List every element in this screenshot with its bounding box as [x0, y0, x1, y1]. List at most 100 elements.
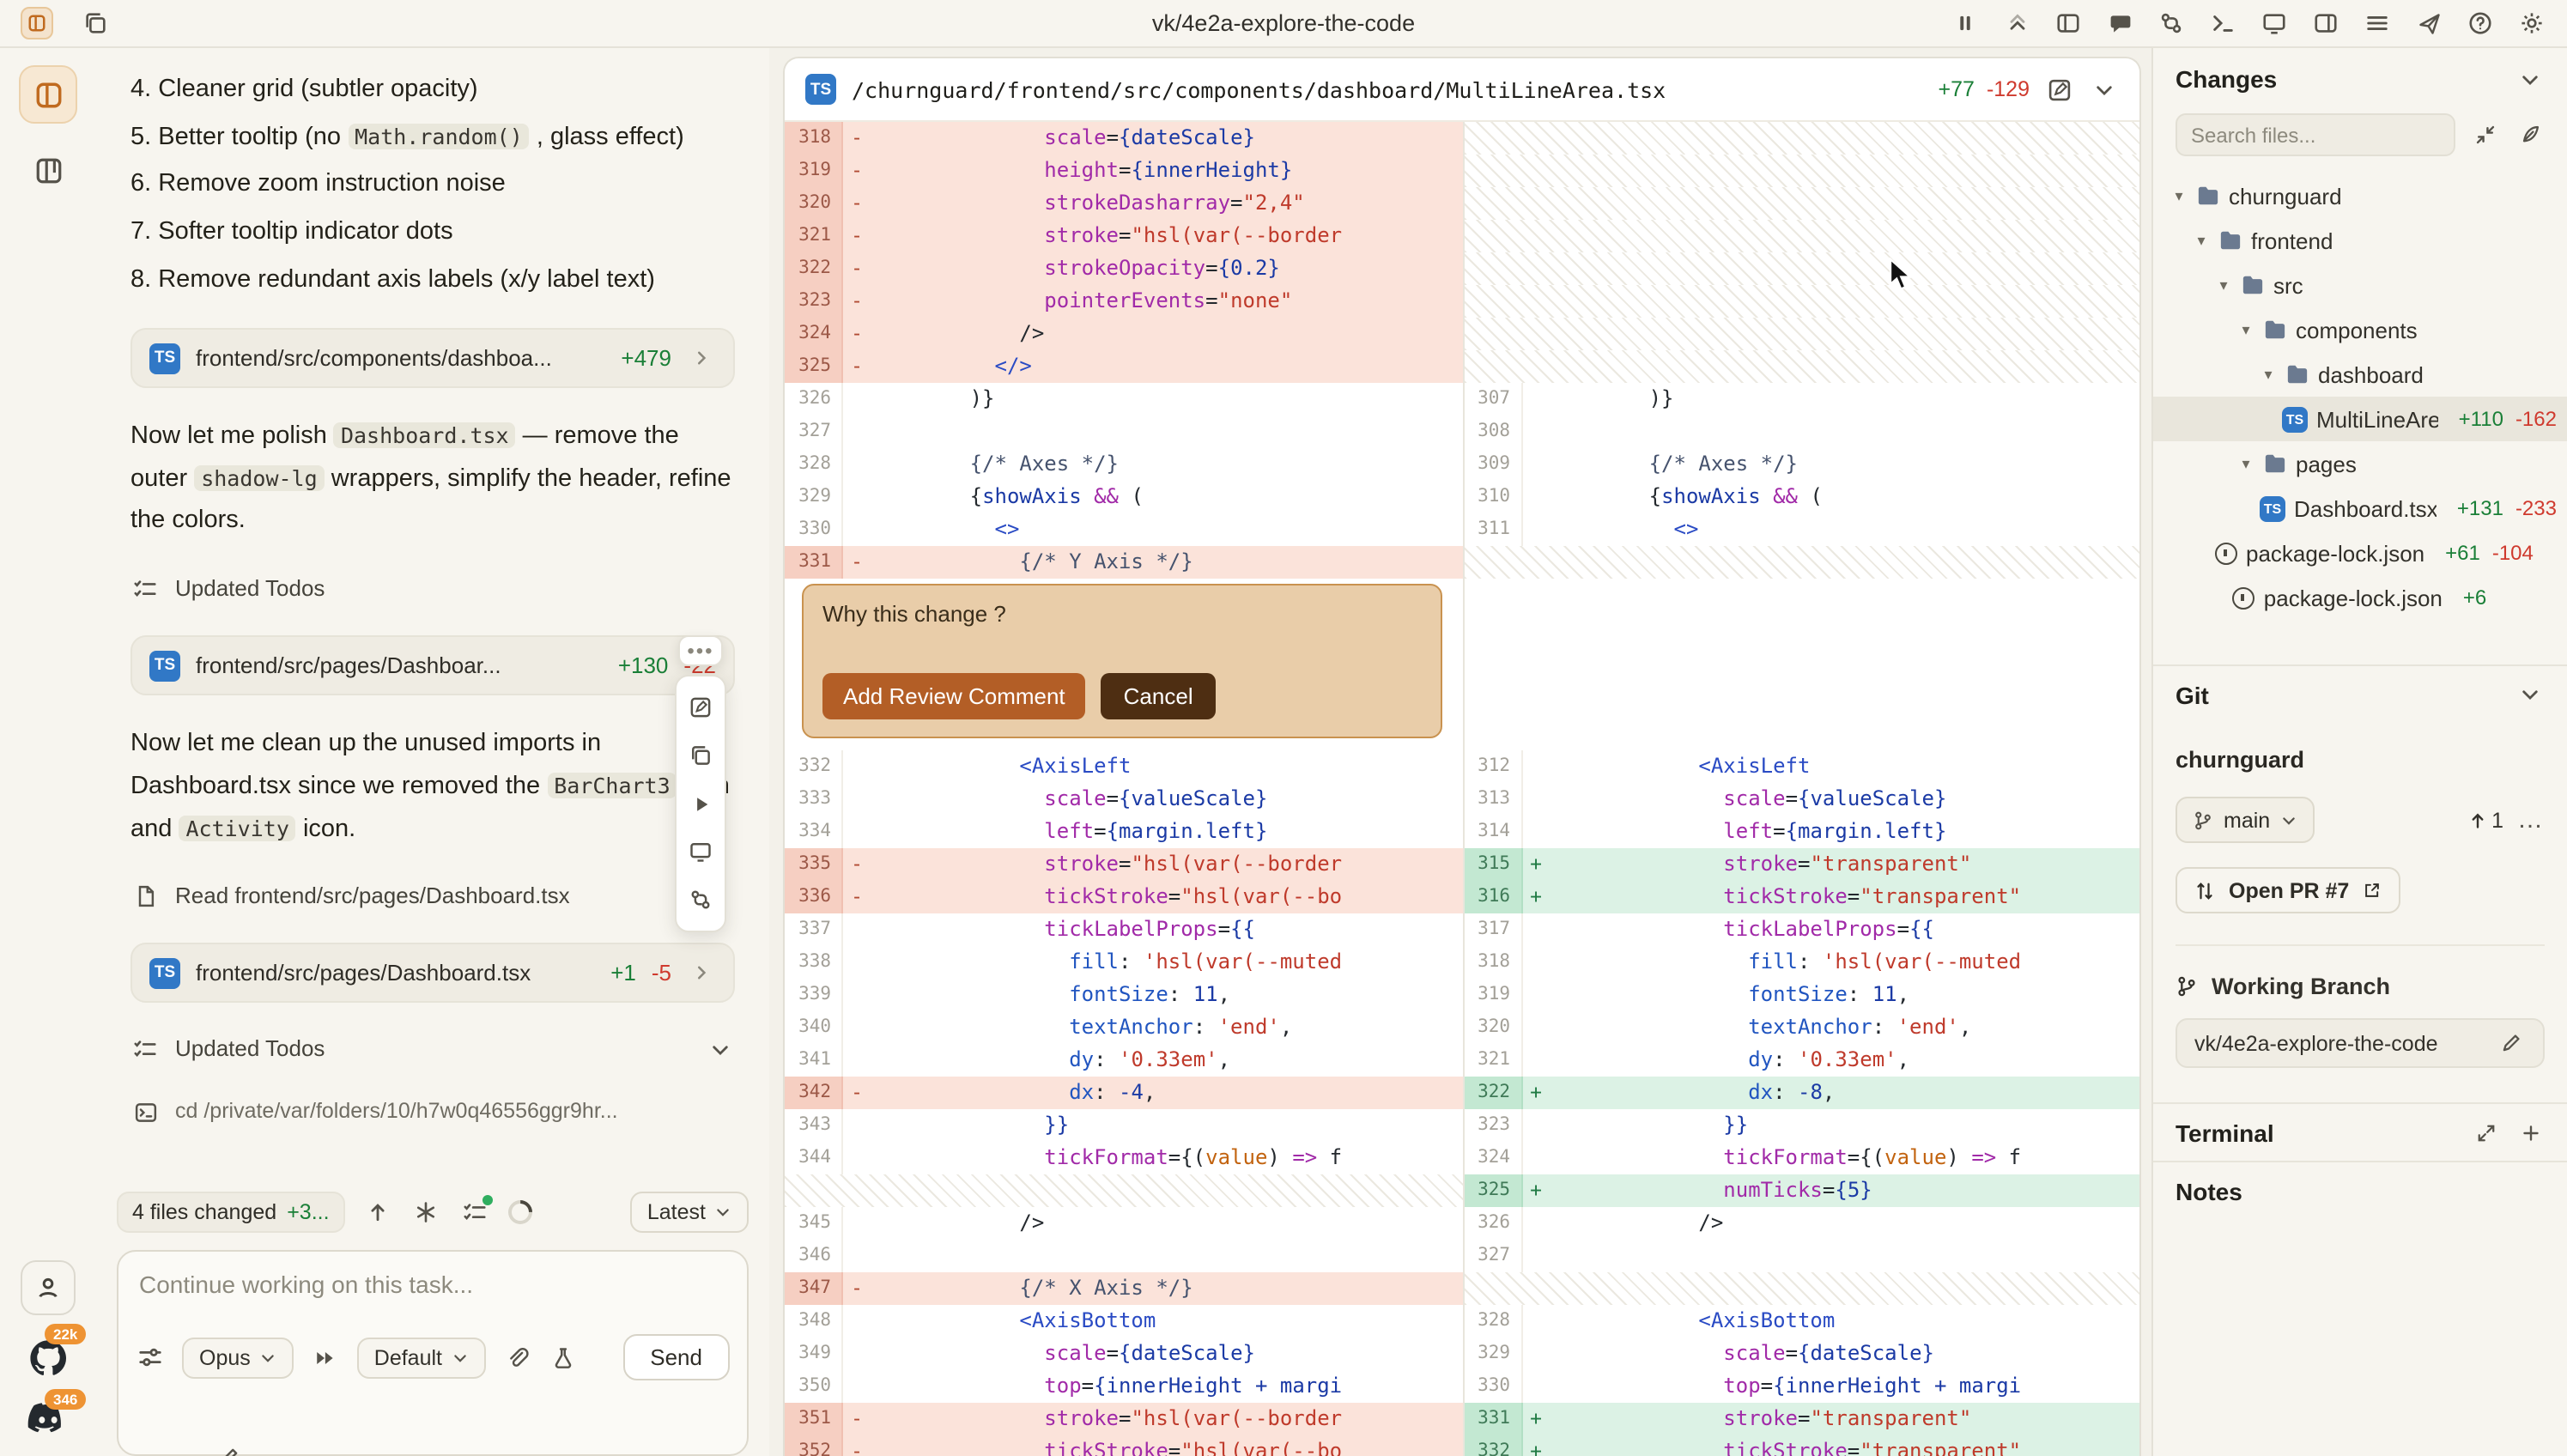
diff-line[interactable]: 318 fill: 'hsl(var(--muted [1462, 946, 2139, 979]
read-file-row[interactable]: Read frontend/src/pages/Dashboard.tsx [130, 877, 735, 915]
diff-line[interactable]: 323- pointerEvents="none" [785, 285, 1462, 318]
git-compare-icon[interactable] [678, 876, 723, 924]
fast-forward-icon[interactable] [311, 1343, 340, 1372]
diff-line[interactable]: 332 <AxisLeft [785, 750, 1462, 783]
diff-line[interactable]: 348 <AxisBottom [785, 1305, 1462, 1338]
menu-icon[interactable] [2363, 9, 2392, 38]
terminal-section-header[interactable]: Terminal [2153, 1102, 2567, 1161]
pencil-icon[interactable] [213, 1442, 242, 1456]
model-dropdown[interactable]: Opus [182, 1337, 294, 1378]
diff-line[interactable]: 340 textAnchor: 'end', [785, 1011, 1462, 1044]
commits-ahead[interactable]: 1 [2467, 808, 2503, 832]
todos-row[interactable]: Updated Todos [130, 1030, 735, 1068]
diff-line[interactable]: 321- stroke="hsl(var(--border [785, 220, 1462, 252]
copy-window-icon[interactable] [81, 9, 110, 38]
diff-line[interactable]: 311 <> [1462, 513, 2139, 546]
todos-status-icon[interactable] [460, 1198, 489, 1227]
app-icon[interactable] [21, 7, 53, 39]
version-dropdown[interactable]: Latest [630, 1192, 749, 1233]
diff-line[interactable]: 351- stroke="hsl(var(--border [785, 1403, 1462, 1435]
tree-file-row[interactable]: package-lock.json+6 [2153, 575, 2567, 620]
github-link[interactable]: 22k [26, 1336, 70, 1380]
collapse-tree-icon[interactable] [2471, 120, 2500, 149]
tree-folder-row[interactable]: ▾churnguard [2153, 173, 2567, 218]
diff-line[interactable]: 328 {/* Axes */} [785, 448, 1462, 481]
git-compare-icon[interactable] [2157, 9, 2186, 38]
diff-line[interactable]: 319- height={innerHeight} [785, 155, 1462, 187]
diff-line[interactable]: 325+ numTicks={5} [1462, 1174, 2139, 1207]
open-pr-button[interactable]: Open PR #7 [2176, 867, 2400, 913]
diff-line[interactable]: 308 [1462, 416, 2139, 448]
gear-icon[interactable] [2517, 9, 2546, 38]
help-icon[interactable] [2466, 9, 2495, 38]
add-review-comment-button[interactable]: Add Review Comment [822, 673, 1086, 719]
tree-folder-row[interactable]: ▾frontend [2153, 218, 2567, 263]
diff-line[interactable]: 338 fill: 'hsl(var(--muted [785, 946, 1462, 979]
send-button[interactable]: Send [622, 1334, 730, 1380]
diff-line[interactable]: 343 }} [785, 1109, 1462, 1142]
plus-icon[interactable] [2515, 1118, 2545, 1147]
diff-line[interactable]: 315+ stroke="transparent" [1462, 848, 2139, 881]
change-view-icon[interactable] [2045, 75, 2074, 104]
message-input[interactable] [139, 1271, 726, 1298]
more-actions-icon[interactable]: ••• [678, 635, 723, 666]
diff-line[interactable]: 327 [785, 416, 1462, 448]
diff-line[interactable]: 344 tickFormat={(value) => f [785, 1142, 1462, 1174]
diff-line[interactable]: 339 fontSize: 11, [785, 979, 1462, 1011]
edit-branch-icon[interactable] [2497, 1028, 2526, 1058]
panel-right-icon[interactable] [2311, 9, 2340, 38]
tree-folder-row[interactable]: ▾components [2153, 307, 2567, 352]
sparkle-icon[interactable] [412, 1198, 441, 1227]
file-diff-chip[interactable]: TS frontend/src/components/dashboa... +4… [130, 328, 735, 388]
diff-line[interactable]: 310 {showAxis && ( [1462, 481, 2139, 513]
tree-file-row[interactable]: TSDashboard.tsx+131-233 [2153, 486, 2567, 531]
diff-line[interactable]: 316+ tickStroke="transparent" [1462, 881, 2139, 913]
cancel-button[interactable]: Cancel [1101, 673, 1216, 719]
tree-folder-row[interactable]: ▾pages [2153, 441, 2567, 486]
tree-folder-row[interactable]: ▾dashboard [2153, 352, 2567, 397]
file-diff-chip[interactable]: TS frontend/src/pages/Dashboar... +130 -… [130, 635, 735, 695]
panel-left-icon[interactable] [2054, 9, 2083, 38]
diff-line[interactable]: 309 {/* Axes */} [1462, 448, 2139, 481]
diff-line[interactable]: 322+ dx: -8, [1462, 1077, 2139, 1109]
chevron-down-icon[interactable] [706, 1035, 735, 1065]
diff-line[interactable]: 323 }} [1462, 1109, 2139, 1142]
diff-line[interactable]: 342- dx: -4, [785, 1077, 1462, 1109]
diff-line[interactable]: 333 scale={valueScale} [785, 783, 1462, 816]
chevron-down-icon[interactable] [2090, 75, 2119, 104]
paperclip-icon[interactable] [502, 1343, 531, 1372]
diff-line[interactable]: 312 <AxisLeft [1462, 750, 2139, 783]
sliders-icon[interactable] [136, 1343, 165, 1372]
diff-line[interactable]: 336- tickStroke="hsl(var(--bo [785, 881, 1462, 913]
terminal-icon[interactable] [2208, 9, 2237, 38]
file-diff-chip[interactable]: TS frontend/src/pages/Dashboard.tsx +1 -… [130, 943, 735, 1003]
discord-link[interactable]: 346 [26, 1401, 70, 1439]
diff-line[interactable]: 313 scale={valueScale} [1462, 783, 2139, 816]
search-files-input[interactable] [2176, 113, 2455, 156]
flask-icon[interactable] [549, 1343, 578, 1372]
diff-line[interactable]: 347- {/* X Axis */} [785, 1272, 1462, 1305]
notes-section-header[interactable]: Notes [2153, 1161, 2567, 1219]
diff-line[interactable]: 321 dy: '0.33em', [1462, 1044, 2139, 1077]
dashboard-icon[interactable] [19, 65, 77, 124]
copy-icon[interactable] [678, 731, 723, 780]
diff-line[interactable]: 325- </> [785, 350, 1462, 383]
up-arrow-icon[interactable] [364, 1198, 393, 1227]
mode-dropdown[interactable]: Default [357, 1337, 485, 1378]
diff-line[interactable]: 346 [785, 1240, 1462, 1272]
git-section-header[interactable]: Git [2153, 664, 2567, 723]
pause-icon[interactable] [1951, 9, 1980, 38]
chat-bubble-icon[interactable] [2105, 9, 2134, 38]
diff-line[interactable]: 314 left={margin.left} [1462, 816, 2139, 848]
chevron-down-icon[interactable]: ▾ [2193, 231, 2210, 250]
branch-selector[interactable]: main [2176, 797, 2315, 843]
diff-line[interactable]: 317 tickLabelProps={{ [1462, 913, 2139, 946]
chevron-down-icon[interactable]: ▾ [2237, 320, 2254, 339]
review-comment-input[interactable]: Why this change ? [822, 601, 1421, 627]
diff-line[interactable]: 324 tickFormat={(value) => f [1462, 1142, 2139, 1174]
diff-line[interactable]: 330 <> [785, 513, 1462, 546]
files-changed-chip[interactable]: 4 files changed +3... [117, 1192, 345, 1233]
diff-line[interactable]: 320- strokeDasharray="2,4" [785, 187, 1462, 220]
chevron-down-icon[interactable] [2515, 680, 2545, 709]
diff-line[interactable]: 307 )} [1462, 383, 2139, 416]
